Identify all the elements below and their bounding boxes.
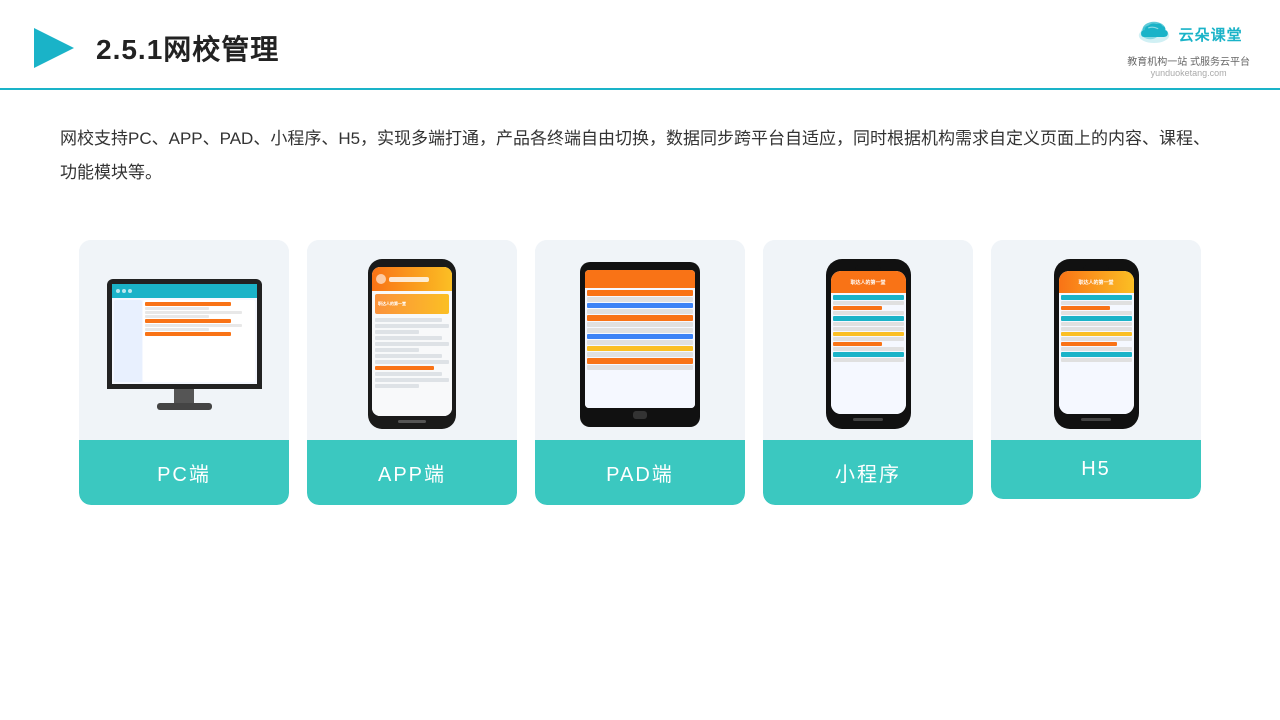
card-app: 职达人的第一堂 bbox=[307, 240, 517, 505]
card-h5-label: H5 bbox=[991, 440, 1201, 499]
miniprogram-phone-icon: 职达人的第一堂 bbox=[826, 259, 911, 429]
description: 网校支持PC、APP、PAD、小程序、H5，实现多端打通，产品各终端自由切换，数… bbox=[0, 90, 1280, 200]
logo-domain: yunduoketang.com bbox=[1151, 68, 1227, 78]
card-h5: 职达人的第一堂 bbox=[991, 240, 1201, 499]
tablet-icon bbox=[580, 262, 700, 427]
pc-monitor-icon bbox=[107, 279, 262, 410]
logo-cloud: 云朵课堂 bbox=[1135, 18, 1243, 51]
logo-text: 云朵课堂 bbox=[1179, 24, 1243, 45]
logo-sub: 教育机构一站 式服务云平台 bbox=[1127, 53, 1250, 68]
card-pad-label: PAD端 bbox=[535, 440, 745, 505]
card-pc: PC端 bbox=[79, 240, 289, 505]
card-pc-image bbox=[79, 240, 289, 440]
app-phone-icon: 职达人的第一堂 bbox=[368, 259, 456, 429]
card-app-label: APP端 bbox=[307, 440, 517, 505]
card-pad: PAD端 bbox=[535, 240, 745, 505]
card-miniprogram-label: 小程序 bbox=[763, 440, 973, 505]
card-pc-label: PC端 bbox=[79, 440, 289, 505]
h5-phone-notch bbox=[1084, 265, 1109, 271]
card-h5-image: 职达人的第一堂 bbox=[991, 240, 1201, 440]
header: 2.5.1网校管理 云朵课堂 教育机构一站 式服务云平台 yu bbox=[0, 0, 1280, 90]
phone-notch bbox=[856, 265, 881, 271]
logo-area: 云朵课堂 教育机构一站 式服务云平台 yunduoketang.com bbox=[1127, 18, 1250, 78]
play-icon bbox=[30, 24, 78, 72]
h5-phone-icon: 职达人的第一堂 bbox=[1054, 259, 1139, 429]
header-left: 2.5.1网校管理 bbox=[30, 24, 279, 72]
card-app-image: 职达人的第一堂 bbox=[307, 240, 517, 440]
cards-container: PC端 职达人的第一堂 bbox=[0, 210, 1280, 525]
cloud-icon bbox=[1135, 18, 1173, 51]
card-miniprogram-image: 职达人的第一堂 bbox=[763, 240, 973, 440]
card-miniprogram: 职达人的第一堂 bbox=[763, 240, 973, 505]
description-text: 网校支持PC、APP、PAD、小程序、H5，实现多端打通，产品各终端自由切换，数… bbox=[60, 129, 1210, 182]
card-pad-image bbox=[535, 240, 745, 440]
page-title: 2.5.1网校管理 bbox=[96, 28, 279, 68]
